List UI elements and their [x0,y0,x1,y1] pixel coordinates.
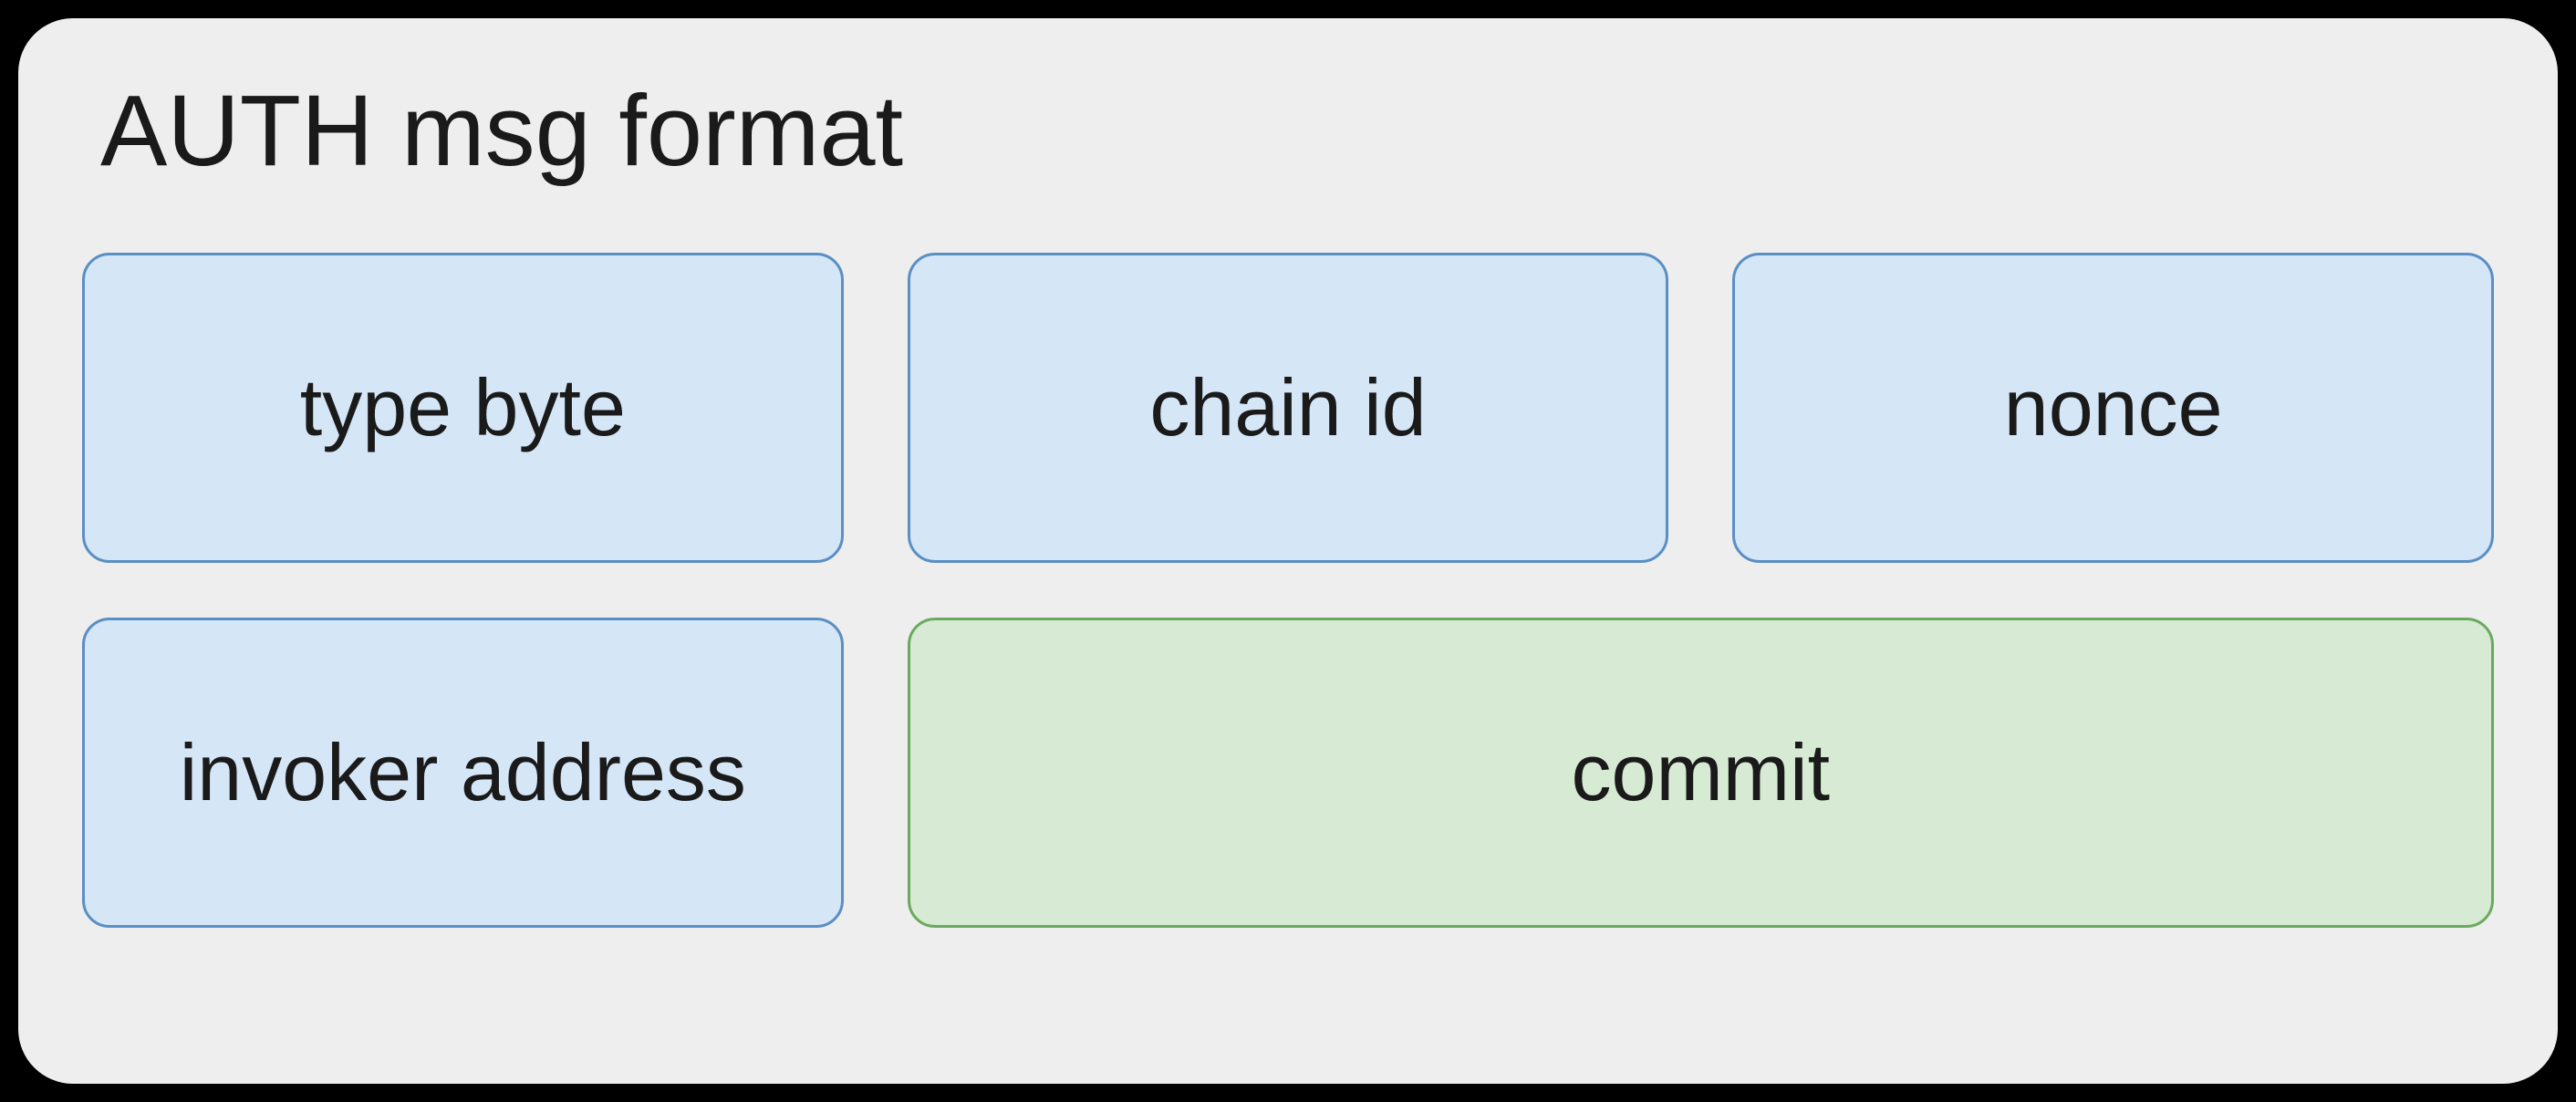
fields-grid: type byte chain id nonce invoker address… [82,253,2494,928]
field-commit: commit [908,618,2494,928]
field-nonce: nonce [1732,253,2494,563]
field-label-invoker-address: invoker address [180,726,746,819]
diagram-title: AUTH msg format [100,73,2494,189]
field-chain-id: chain id [908,253,1669,563]
field-label-commit: commit [1572,726,1831,819]
field-label-nonce: nonce [2004,361,2223,454]
field-type-byte: type byte [82,253,844,563]
auth-msg-format-panel: AUTH msg format type byte chain id nonce… [18,18,2558,1084]
field-label-type-byte: type byte [300,361,626,454]
field-invoker-address: invoker address [82,618,844,928]
field-label-chain-id: chain id [1149,361,1426,454]
